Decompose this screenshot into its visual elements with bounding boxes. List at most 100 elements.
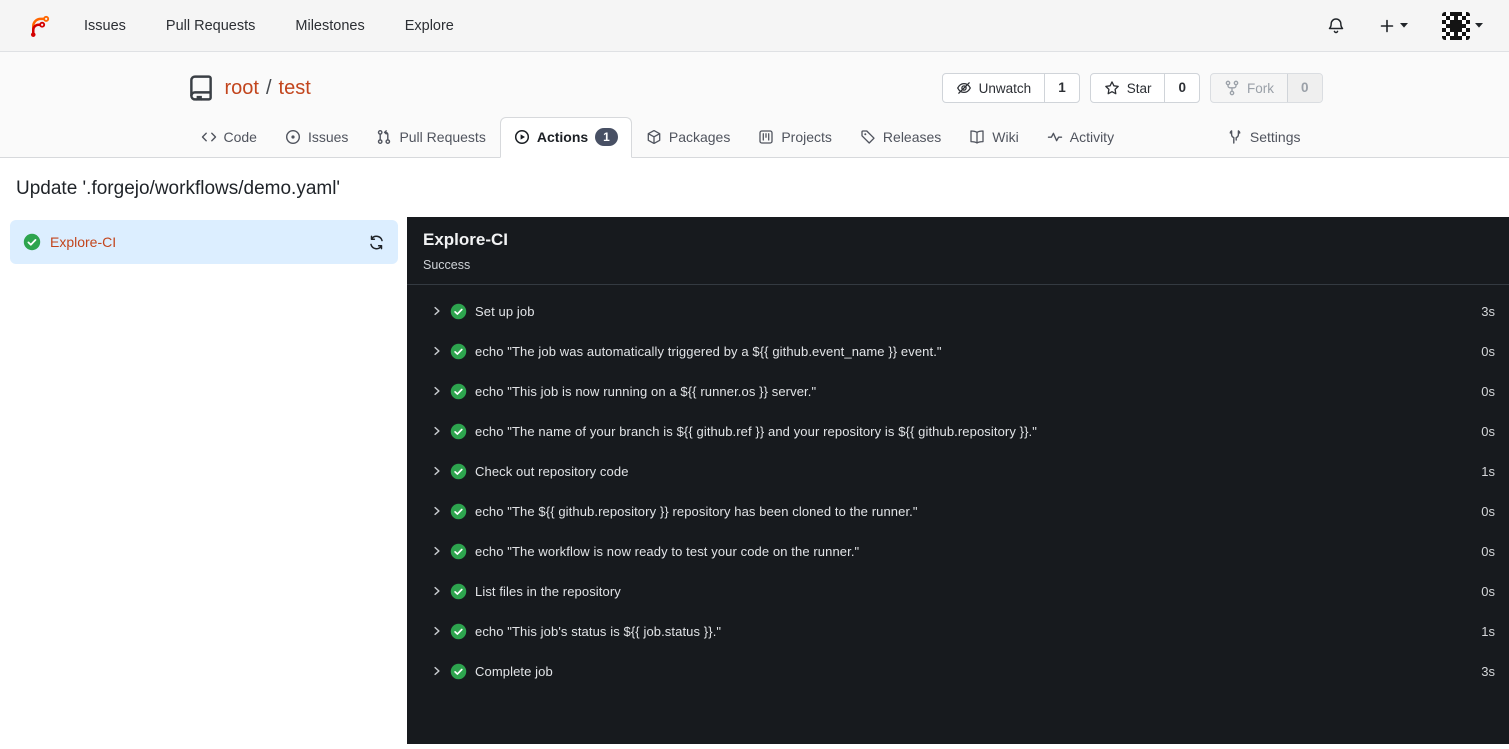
tab-issues[interactable]: Issues [271, 118, 362, 157]
tab-projects[interactable]: Projects [744, 118, 846, 157]
tab-activity[interactable]: Activity [1033, 118, 1128, 157]
chevron-right-icon[interactable] [431, 305, 443, 317]
watchers-count[interactable]: 1 [1044, 74, 1079, 102]
repo-owner-link[interactable]: root [225, 77, 259, 100]
step-duration: 1s [1481, 623, 1495, 639]
chevron-right-icon[interactable] [431, 465, 443, 477]
chevron-right-icon[interactable] [431, 505, 443, 517]
step-name: echo "The job was automatically triggere… [475, 343, 942, 359]
step-duration: 3s [1481, 663, 1495, 679]
tab-wiki[interactable]: Wiki [955, 118, 1032, 157]
run-layout: Explore-CI Explore-CI Success Set up job… [0, 217, 1509, 744]
step-row[interactable]: echo "The job was automatically triggere… [407, 331, 1509, 371]
step-row[interactable]: echo "This job is now running on a ${{ r… [407, 371, 1509, 411]
forgejo-logo-icon[interactable] [26, 11, 56, 41]
nav-item-issues[interactable]: Issues [84, 18, 126, 34]
step-duration: 0s [1481, 383, 1495, 399]
job-item-explore-ci[interactable]: Explore-CI [10, 220, 398, 264]
step-row[interactable]: Complete job 3s [407, 651, 1509, 691]
step-row[interactable]: echo "The name of your branch is ${{ git… [407, 411, 1509, 451]
step-success-icon [450, 463, 467, 480]
navbar-links: Issues Pull Requests Milestones Explore [84, 18, 454, 34]
tab-settings[interactable]: Settings [1213, 118, 1315, 157]
step-row[interactable]: echo "The ${{ github.repository }} repos… [407, 491, 1509, 531]
step-name: Set up job [475, 303, 535, 319]
repo-tabs: Code Issues Pull Requests Actions 1 Pack… [187, 117, 1323, 158]
workflow-run-title: Update '.forgejo/workflows/demo.yaml' [16, 178, 341, 199]
fork-button-group: Fork 0 [1209, 73, 1323, 103]
step-row[interactable]: List files in the repository 0s [407, 571, 1509, 611]
avatar[interactable] [1442, 11, 1470, 40]
step-duration: 0s [1481, 503, 1495, 519]
step-name: echo "This job's status is ${{ job.statu… [475, 623, 722, 639]
step-success-icon [450, 623, 467, 640]
step-duration: 0s [1481, 423, 1495, 439]
chevron-right-icon[interactable] [431, 345, 443, 357]
step-success-icon [450, 663, 467, 680]
tab-code[interactable]: Code [187, 118, 271, 157]
watch-button-group: Unwatch 1 [941, 73, 1080, 103]
step-duration: 0s [1481, 543, 1495, 559]
step-list: Set up job 3s echo "The job was automati… [407, 285, 1509, 691]
tab-pull-requests[interactable]: Pull Requests [362, 118, 499, 157]
step-duration: 0s [1481, 343, 1495, 359]
chevron-right-icon[interactable] [431, 545, 443, 557]
git-fork-icon [1225, 80, 1239, 96]
tools-icon [1227, 129, 1243, 145]
step-name: echo "The name of your branch is ${{ git… [475, 423, 1037, 439]
step-row[interactable]: echo "This job's status is ${{ job.statu… [407, 611, 1509, 651]
step-success-icon [450, 383, 467, 400]
book-icon [969, 129, 985, 145]
chevron-right-icon[interactable] [431, 385, 443, 397]
nav-item-explore[interactable]: Explore [405, 18, 454, 34]
step-duration: 3s [1481, 303, 1495, 319]
create-new-button[interactable] [1379, 18, 1408, 34]
user-menu[interactable] [1442, 11, 1483, 40]
chevron-right-icon[interactable] [431, 665, 443, 677]
stars-count[interactable]: 0 [1164, 74, 1199, 102]
refresh-icon[interactable] [368, 234, 385, 251]
star-button[interactable]: Star [1091, 74, 1165, 102]
step-duration: 0s [1481, 583, 1495, 599]
step-success-icon [450, 583, 467, 600]
job-status: Success [423, 258, 471, 272]
job-title: Explore-CI [423, 230, 509, 249]
step-success-icon [450, 303, 467, 320]
chevron-right-icon[interactable] [431, 425, 443, 437]
fork-button[interactable]: Fork [1211, 74, 1287, 102]
actions-count-badge: 1 [595, 128, 618, 146]
notifications-bell-icon[interactable] [1327, 17, 1345, 35]
step-success-icon [450, 543, 467, 560]
step-name: echo "This job is now running on a ${{ r… [475, 383, 817, 399]
chevron-right-icon[interactable] [431, 625, 443, 637]
check-circle-icon [23, 233, 41, 251]
step-name: Complete job [475, 663, 553, 679]
issue-opened-icon [285, 129, 301, 145]
nav-item-milestones[interactable]: Milestones [295, 18, 364, 34]
tab-actions[interactable]: Actions 1 [499, 117, 632, 158]
job-log-header: Explore-CI Success [407, 217, 1509, 285]
step-row[interactable]: echo "The workflow is now ready to test … [407, 531, 1509, 571]
job-log-panel: Explore-CI Success Set up job 3s echo "T… [407, 217, 1509, 744]
tag-icon [860, 129, 876, 145]
tab-releases[interactable]: Releases [846, 118, 955, 157]
step-row[interactable]: Check out repository code 1s [407, 451, 1509, 491]
unwatch-button[interactable]: Unwatch [943, 74, 1045, 102]
step-name: List files in the repository [475, 583, 621, 599]
forks-count[interactable]: 0 [1286, 74, 1322, 102]
step-success-icon [450, 343, 467, 360]
star-icon [1104, 81, 1119, 95]
jobs-sidebar: Explore-CI [0, 217, 407, 744]
step-success-icon [450, 423, 467, 440]
tab-packages[interactable]: Packages [632, 118, 744, 157]
step-duration: 1s [1481, 463, 1495, 479]
repo-name-link[interactable]: test [279, 77, 311, 100]
git-pull-request-icon [376, 129, 392, 145]
chevron-right-icon[interactable] [431, 585, 443, 597]
step-name: echo "The workflow is now ready to test … [475, 543, 860, 559]
eye-slash-icon [956, 82, 971, 94]
step-row[interactable]: Set up job 3s [407, 291, 1509, 331]
nav-item-pull-requests[interactable]: Pull Requests [166, 18, 255, 34]
step-name: echo "The ${{ github.repository }} repos… [475, 503, 918, 519]
job-name: Explore-CI [50, 234, 117, 250]
